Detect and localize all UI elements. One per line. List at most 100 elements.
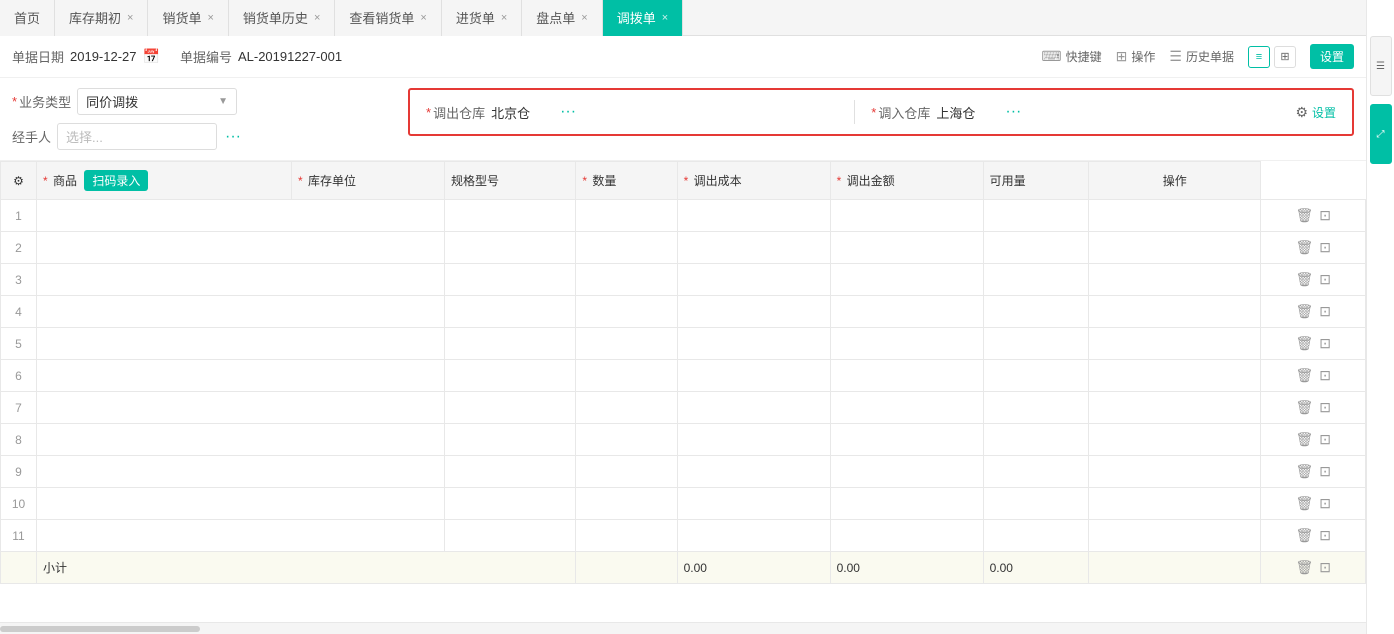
operations-button[interactable]: ⊞ 操作	[1116, 48, 1156, 65]
row-delete-icon[interactable]: 🗑	[1295, 303, 1313, 320]
tab-purchase-order-close[interactable]: ×	[501, 12, 507, 24]
row-spec[interactable]	[576, 200, 677, 232]
row-cost[interactable]	[830, 392, 983, 424]
row-available[interactable]	[1089, 328, 1261, 360]
row-unit[interactable]	[444, 296, 575, 328]
history-button[interactable]: ☰ 历史单据	[1169, 48, 1234, 65]
row-unit[interactable]	[444, 360, 575, 392]
row-copy-icon[interactable]: ⊡	[1319, 399, 1331, 416]
row-delete-icon[interactable]: 🗑	[1295, 399, 1313, 416]
tab-view-sales[interactable]: 查看销货单 ×	[335, 0, 441, 36]
tab-stocktake[interactable]: 盘点单 ×	[522, 0, 602, 36]
row-available[interactable]	[1089, 296, 1261, 328]
row-copy-icon[interactable]: ⊡	[1319, 271, 1331, 288]
row-copy-icon[interactable]: ⊡	[1319, 495, 1331, 512]
row-unit[interactable]	[444, 200, 575, 232]
row-qty[interactable]	[677, 200, 830, 232]
row-delete-icon[interactable]: 🗑	[1295, 271, 1313, 288]
row-delete-icon[interactable]: 🗑	[1295, 239, 1313, 256]
tab-sales-order-close[interactable]: ×	[207, 12, 213, 24]
row-product[interactable]	[37, 232, 445, 264]
row-available[interactable]	[1089, 200, 1261, 232]
row-qty[interactable]	[677, 232, 830, 264]
row-cost[interactable]	[830, 520, 983, 552]
row-unit[interactable]	[444, 456, 575, 488]
tab-view-sales-close[interactable]: ×	[420, 12, 426, 24]
business-type-select[interactable]: 同价调拨 ▼	[77, 88, 237, 115]
tab-transfer-close[interactable]: ×	[662, 12, 668, 24]
row-amount[interactable]	[983, 520, 1089, 552]
row-unit[interactable]	[444, 424, 575, 456]
row-cost[interactable]	[830, 424, 983, 456]
row-product[interactable]	[37, 424, 445, 456]
row-delete-icon[interactable]: 🗑	[1295, 527, 1313, 544]
row-spec[interactable]	[576, 488, 677, 520]
subtotal-delete-icon[interactable]: 🗑	[1295, 559, 1313, 576]
handler-more-button[interactable]: ···	[225, 128, 241, 146]
sidebar-list-button[interactable]: ☰	[1370, 36, 1392, 96]
row-copy-icon[interactable]: ⊡	[1319, 463, 1331, 480]
row-product[interactable]	[37, 264, 445, 296]
row-spec[interactable]	[576, 456, 677, 488]
row-product[interactable]	[37, 328, 445, 360]
tab-stocktake-close[interactable]: ×	[581, 12, 587, 24]
shortcuts-button[interactable]: ⌨ 快捷键	[1041, 48, 1101, 65]
row-copy-icon[interactable]: ⊡	[1319, 207, 1331, 224]
tab-sales-history[interactable]: 销货单历史 ×	[229, 0, 335, 36]
layout-grid-icon[interactable]: ⊞	[1274, 46, 1296, 68]
row-delete-icon[interactable]: 🗑	[1295, 367, 1313, 384]
row-qty[interactable]	[677, 296, 830, 328]
row-spec[interactable]	[576, 328, 677, 360]
row-qty[interactable]	[677, 488, 830, 520]
layout-list-icon[interactable]: ≡	[1248, 46, 1270, 68]
row-spec[interactable]	[576, 424, 677, 456]
row-qty[interactable]	[677, 360, 830, 392]
sidebar-expand-button[interactable]: ⤢	[1370, 104, 1392, 164]
tab-purchase-order[interactable]: 进货单 ×	[442, 0, 522, 36]
row-spec[interactable]	[576, 264, 677, 296]
row-available[interactable]	[1089, 488, 1261, 520]
subtotal-copy-icon[interactable]: ⊡	[1319, 559, 1331, 576]
handler-select[interactable]: 选择...	[57, 123, 217, 150]
tab-inventory-init[interactable]: 库存期初 ×	[55, 0, 148, 36]
row-product[interactable]	[37, 296, 445, 328]
tab-sales-order[interactable]: 销货单 ×	[148, 0, 228, 36]
row-amount[interactable]	[983, 232, 1089, 264]
col-settings[interactable]: ⚙	[1, 162, 37, 200]
row-amount[interactable]	[983, 264, 1089, 296]
calendar-icon[interactable]: 📅	[143, 48, 160, 65]
row-amount[interactable]	[983, 296, 1089, 328]
row-product[interactable]	[37, 360, 445, 392]
row-qty[interactable]	[677, 456, 830, 488]
settings-button[interactable]: 设置	[1310, 44, 1354, 69]
row-amount[interactable]	[983, 424, 1089, 456]
row-amount[interactable]	[983, 392, 1089, 424]
row-delete-icon[interactable]: 🗑	[1295, 431, 1313, 448]
row-available[interactable]	[1089, 232, 1261, 264]
row-amount[interactable]	[983, 456, 1089, 488]
row-unit[interactable]	[444, 392, 575, 424]
tab-inventory-init-close[interactable]: ×	[127, 12, 133, 24]
row-cost[interactable]	[830, 264, 983, 296]
row-product[interactable]	[37, 488, 445, 520]
row-cost[interactable]	[830, 200, 983, 232]
row-available[interactable]	[1089, 360, 1261, 392]
row-available[interactable]	[1089, 520, 1261, 552]
row-available[interactable]	[1089, 392, 1261, 424]
row-cost[interactable]	[830, 296, 983, 328]
row-unit[interactable]	[444, 232, 575, 264]
row-unit[interactable]	[444, 264, 575, 296]
row-available[interactable]	[1089, 424, 1261, 456]
row-product[interactable]	[37, 392, 445, 424]
transfer-out-more-button[interactable]: ···	[560, 103, 576, 121]
row-cost[interactable]	[830, 232, 983, 264]
row-cost[interactable]	[830, 488, 983, 520]
row-qty[interactable]	[677, 424, 830, 456]
warehouse-settings-icon[interactable]: ⚙ 设置	[1296, 104, 1336, 121]
row-spec[interactable]	[576, 360, 677, 392]
row-unit[interactable]	[444, 488, 575, 520]
row-cost[interactable]	[830, 328, 983, 360]
row-unit[interactable]	[444, 328, 575, 360]
row-delete-icon[interactable]: 🗑	[1295, 495, 1313, 512]
row-amount[interactable]	[983, 360, 1089, 392]
